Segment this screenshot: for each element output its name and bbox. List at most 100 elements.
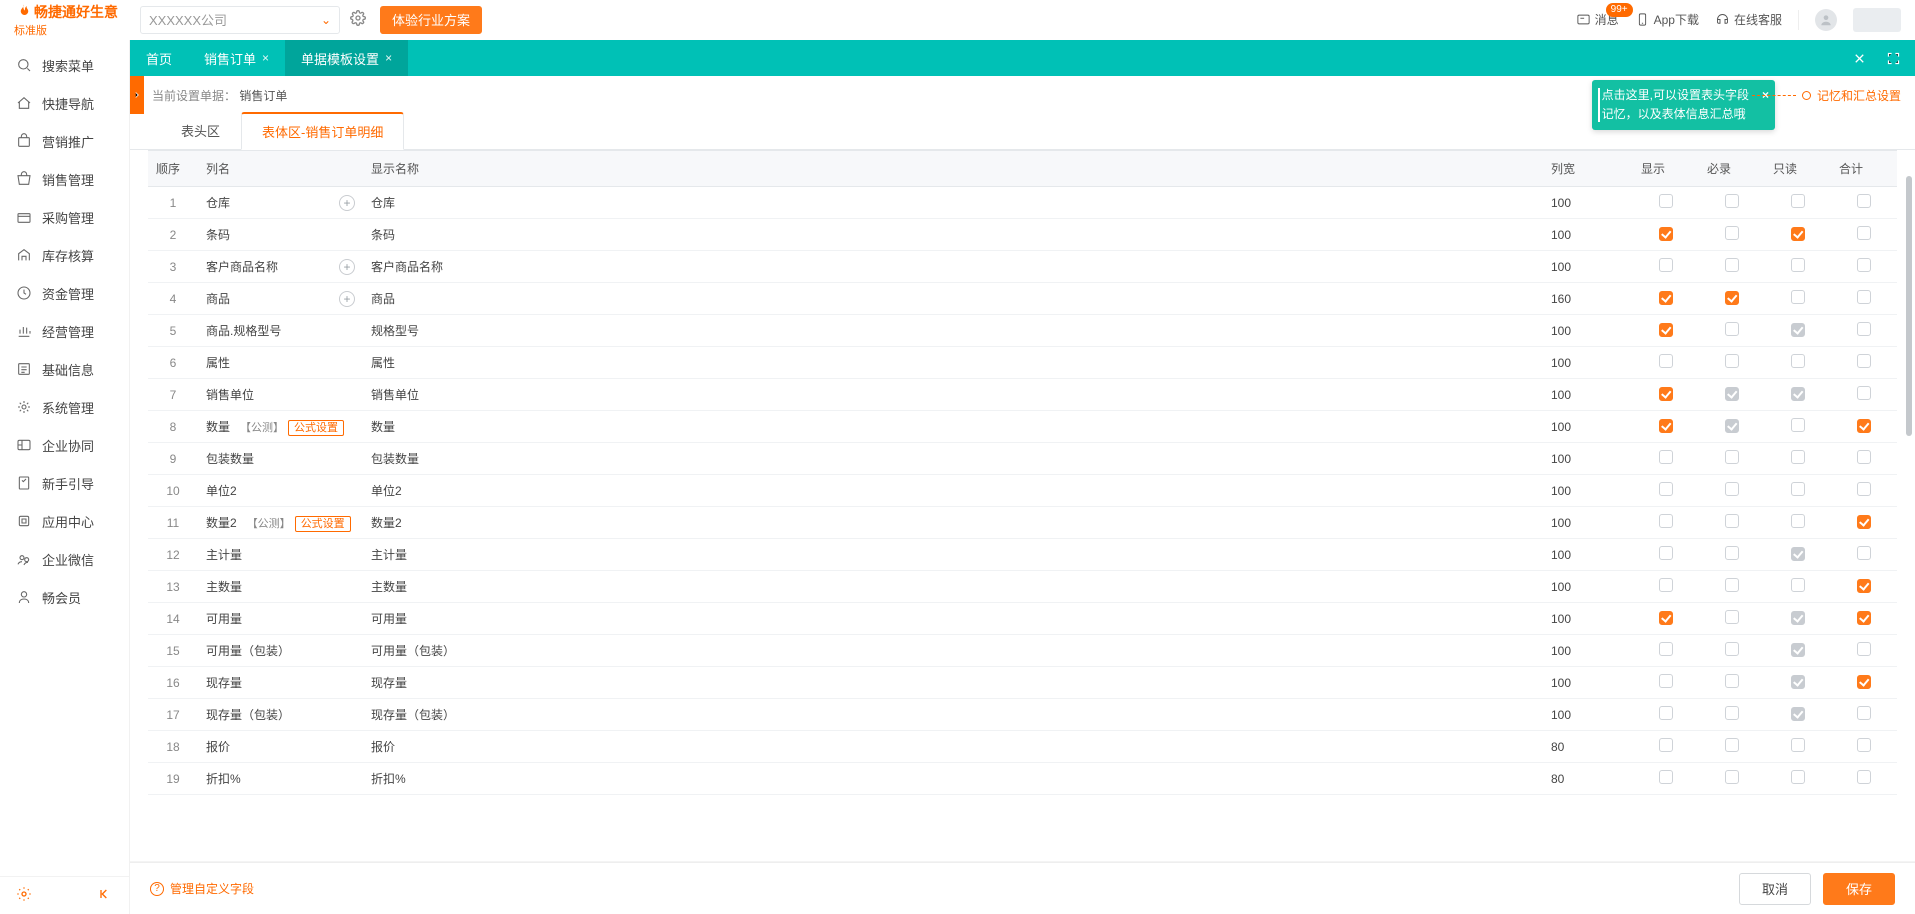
sidebar-settings-icon[interactable]: [16, 886, 32, 905]
row-width[interactable]: 100: [1543, 187, 1633, 219]
row-display-name[interactable]: 现存量（包装）: [363, 699, 1543, 731]
row-display-name[interactable]: 报价: [363, 731, 1543, 763]
row-display-name[interactable]: 可用量: [363, 603, 1543, 635]
checkbox[interactable]: [1857, 354, 1871, 368]
row-width[interactable]: 100: [1543, 347, 1633, 379]
memory-summary-link[interactable]: 记忆和汇总设置: [1752, 76, 1901, 114]
checkbox[interactable]: [1857, 546, 1871, 560]
checkbox[interactable]: [1725, 674, 1739, 688]
checkbox[interactable]: [1791, 194, 1805, 208]
checkbox[interactable]: [1659, 546, 1673, 560]
row-display-name[interactable]: 商品: [363, 283, 1543, 315]
row-width[interactable]: 100: [1543, 571, 1633, 603]
checkbox[interactable]: [1659, 323, 1673, 337]
row-name-cell[interactable]: 现存量（包装）: [198, 699, 363, 731]
row-name-cell[interactable]: 单位2: [198, 475, 363, 507]
fields-table-wrap[interactable]: 顺序 列名 显示名称 列宽 显示 必录 只读 合计 1仓库+仓库1002条码条码…: [130, 150, 1915, 862]
row-width[interactable]: 100: [1543, 219, 1633, 251]
checkbox[interactable]: [1857, 290, 1871, 304]
row-display-name[interactable]: 仓库: [363, 187, 1543, 219]
row-width[interactable]: 160: [1543, 283, 1633, 315]
row-width[interactable]: 100: [1543, 251, 1633, 283]
checkbox[interactable]: [1857, 322, 1871, 336]
checkbox[interactable]: [1791, 450, 1805, 464]
row-width[interactable]: 100: [1543, 315, 1633, 347]
row-width[interactable]: 100: [1543, 507, 1633, 539]
checkbox[interactable]: [1857, 482, 1871, 496]
checkbox[interactable]: [1725, 546, 1739, 560]
checkbox[interactable]: [1791, 227, 1805, 241]
checkbox[interactable]: [1857, 386, 1871, 400]
messages-button[interactable]: 消息 99+: [1576, 11, 1619, 28]
sidebar-item-3[interactable]: 销售管理: [0, 160, 129, 198]
row-display-name[interactable]: 折扣%: [363, 763, 1543, 795]
row-display-name[interactable]: 客户商品名称: [363, 251, 1543, 283]
checkbox[interactable]: [1791, 354, 1805, 368]
row-display-name[interactable]: 包装数量: [363, 443, 1543, 475]
row-width[interactable]: 100: [1543, 443, 1633, 475]
checkbox[interactable]: [1725, 194, 1739, 208]
checkbox[interactable]: [1725, 226, 1739, 240]
row-name-cell[interactable]: 主计量: [198, 539, 363, 571]
checkbox[interactable]: [1659, 611, 1673, 625]
add-icon[interactable]: +: [339, 195, 355, 211]
sidebar-item-2[interactable]: 营销推广: [0, 122, 129, 160]
row-name-cell[interactable]: 仓库+: [198, 187, 363, 219]
checkbox[interactable]: [1659, 227, 1673, 241]
app-download-button[interactable]: App下载: [1635, 11, 1699, 28]
checkbox[interactable]: [1791, 418, 1805, 432]
checkbox[interactable]: [1725, 738, 1739, 752]
checkbox[interactable]: [1659, 194, 1673, 208]
checkbox[interactable]: [1659, 642, 1673, 656]
row-width[interactable]: 100: [1543, 379, 1633, 411]
sidebar-item-10[interactable]: 企业协同: [0, 426, 129, 464]
vertical-scrollbar[interactable]: [1906, 146, 1912, 852]
row-width[interactable]: 100: [1543, 475, 1633, 507]
checkbox[interactable]: [1725, 514, 1739, 528]
brand-logo[interactable]: 畅捷通好生意 标准版: [14, 2, 130, 38]
inner-tab-0[interactable]: 表头区: [160, 112, 241, 149]
checkbox[interactable]: [1857, 419, 1871, 433]
row-display-name[interactable]: 现存量: [363, 667, 1543, 699]
checkbox[interactable]: [1725, 610, 1739, 624]
checkbox[interactable]: [1725, 450, 1739, 464]
checkbox[interactable]: [1725, 770, 1739, 784]
user-name-placeholder[interactable]: [1853, 8, 1901, 32]
checkbox[interactable]: [1659, 674, 1673, 688]
checkbox[interactable]: [1659, 354, 1673, 368]
sidebar-item-4[interactable]: 采购管理: [0, 198, 129, 236]
cancel-button[interactable]: 取消: [1739, 873, 1811, 905]
checkbox[interactable]: [1857, 770, 1871, 784]
row-width[interactable]: 100: [1543, 699, 1633, 731]
main-tab-0[interactable]: 首页: [130, 40, 188, 76]
manage-custom-fields-link[interactable]: ? 管理自定义字段: [150, 880, 254, 897]
checkbox[interactable]: [1659, 387, 1673, 401]
checkbox[interactable]: [1857, 450, 1871, 464]
row-display-name[interactable]: 主计量: [363, 539, 1543, 571]
sidebar-item-7[interactable]: 经营管理: [0, 312, 129, 350]
row-name-cell[interactable]: 包装数量: [198, 443, 363, 475]
formula-link[interactable]: 公式设置: [295, 516, 351, 532]
row-name-cell[interactable]: 可用量: [198, 603, 363, 635]
row-display-name[interactable]: 条码: [363, 219, 1543, 251]
checkbox[interactable]: [1725, 291, 1739, 305]
checkbox[interactable]: [1791, 290, 1805, 304]
checkbox[interactable]: [1659, 706, 1673, 720]
add-icon[interactable]: +: [339, 291, 355, 307]
checkbox[interactable]: [1659, 482, 1673, 496]
row-display-name[interactable]: 属性: [363, 347, 1543, 379]
checkbox[interactable]: [1857, 738, 1871, 752]
row-display-name[interactable]: 主数量: [363, 571, 1543, 603]
sidebar-item-8[interactable]: 基础信息: [0, 350, 129, 388]
row-name-cell[interactable]: 数量2【公测】公式设置: [198, 507, 363, 539]
company-selector[interactable]: XXXXXX公司 ⌄: [140, 6, 340, 34]
online-service-button[interactable]: 在线客服: [1715, 11, 1782, 28]
checkbox[interactable]: [1725, 706, 1739, 720]
sidebar-item-9[interactable]: 系统管理: [0, 388, 129, 426]
checkbox[interactable]: [1857, 579, 1871, 593]
main-tab-1[interactable]: 销售订单×: [188, 40, 285, 76]
sidebar-item-5[interactable]: 库存核算: [0, 236, 129, 274]
checkbox[interactable]: [1791, 514, 1805, 528]
checkbox[interactable]: [1659, 514, 1673, 528]
formula-link[interactable]: 公式设置: [288, 420, 344, 436]
